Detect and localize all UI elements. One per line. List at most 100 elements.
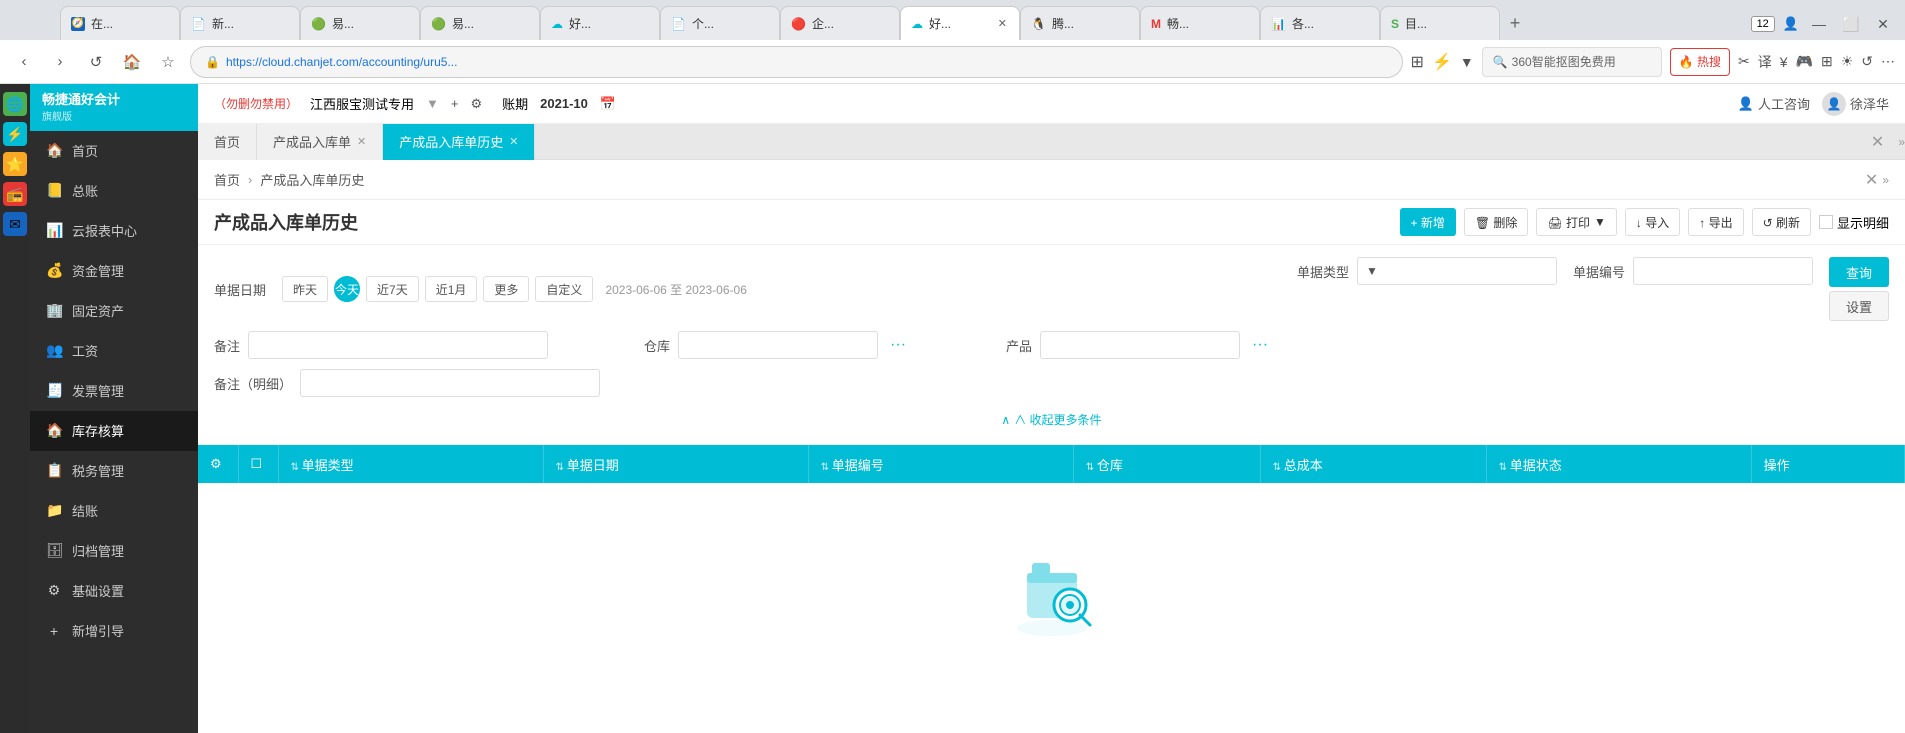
sidebar-item-archive[interactable]: 🗄 归档管理 xyxy=(30,531,198,571)
sidebar-item-fixed-assets[interactable]: 🏢 固定资产 xyxy=(30,291,198,331)
content-tab-list-close[interactable]: ✕ xyxy=(357,135,366,148)
tab-10[interactable]: M 畅... xyxy=(1140,6,1260,40)
query-button[interactable]: 查询 xyxy=(1829,257,1889,287)
address-input[interactable]: 🔒 https://cloud.chanjet.com/accounting/u… xyxy=(190,46,1403,78)
tab-8-close[interactable]: ✕ xyxy=(996,15,1009,32)
sidebar-item-new-item[interactable]: + 新增引导 xyxy=(30,611,198,651)
doc-number-input[interactable] xyxy=(1633,257,1813,285)
date-more-btn[interactable]: 更多 xyxy=(483,276,529,302)
sidebar-item-basic-settings[interactable]: ⚙ 基础设置 xyxy=(30,571,198,611)
date-7days-btn[interactable]: 近7天 xyxy=(366,276,419,302)
currency-icon: ¥ xyxy=(1780,54,1788,70)
hot-search-button[interactable]: 🔥 热搜 xyxy=(1670,48,1730,76)
sidebar-header: 畅捷通好会计 旗舰版 xyxy=(30,84,198,131)
th-doc-date[interactable]: ⇅ 单据日期 xyxy=(543,445,808,483)
export-button[interactable]: ↑ 导出 xyxy=(1688,208,1743,236)
product-input[interactable] xyxy=(1040,331,1240,359)
th-settings[interactable]: ⚙ xyxy=(198,445,238,483)
sidebar-items: 🏠 首页 📒 总账 📊 云报表中心 💰 资金管理 🏢 固定资产 xyxy=(30,131,198,733)
minimize-button[interactable]: — xyxy=(1807,12,1831,36)
user-service-button[interactable]: 👤 人工咨询 xyxy=(1738,94,1810,113)
sidebar-item-payroll[interactable]: 👥 工资 xyxy=(30,331,198,371)
warehouse-dots-button[interactable]: ··· xyxy=(886,336,910,354)
app-icon-3[interactable]: ⭐ xyxy=(3,152,27,176)
sidebar-item-home[interactable]: 🏠 首页 xyxy=(30,131,198,171)
sidebar-item-inventory[interactable]: 🏠 库存核算 xyxy=(30,411,198,451)
content-panel-close-button[interactable]: ✕ xyxy=(1871,132,1894,152)
content-tab-home[interactable]: 首页 xyxy=(198,124,257,160)
search-box[interactable]: 🔍 360智能抠图免费用 xyxy=(1482,47,1662,77)
content-tab-history-close[interactable]: ✕ xyxy=(509,135,518,148)
show-cols-checkbox[interactable] xyxy=(1819,215,1833,229)
user-name-button[interactable]: 👤 徐泽华 xyxy=(1822,92,1889,116)
settings-query-button[interactable]: 设置 xyxy=(1829,291,1889,321)
page-header-close-button[interactable]: ✕ xyxy=(1865,170,1878,190)
tab-7[interactable]: 🔴 企... xyxy=(780,6,900,40)
sidebar-item-tax[interactable]: 📋 税务管理 xyxy=(30,451,198,491)
sidebar-item-checkout[interactable]: 📁 结账 xyxy=(30,491,198,531)
add-account-button[interactable]: + xyxy=(451,96,459,111)
content-panel-more-button[interactable]: » xyxy=(1898,135,1905,149)
date-yesterday-btn[interactable]: 昨天 xyxy=(282,276,328,302)
date-custom-btn[interactable]: 自定义 xyxy=(535,276,593,302)
app-icon-1[interactable]: 🌐 xyxy=(3,92,27,116)
th-doc-status[interactable]: ⇅ 单据状态 xyxy=(1486,445,1751,483)
import-button[interactable]: ↓ 导入 xyxy=(1625,208,1680,236)
tab-8[interactable]: ☁ 好... ✕ xyxy=(900,6,1020,40)
tab-1[interactable]: 🧭 在... xyxy=(60,6,180,40)
tab-2[interactable]: 📄 新... xyxy=(180,6,300,40)
product-dots-button[interactable]: ··· xyxy=(1248,336,1272,354)
note-detail-input[interactable] xyxy=(300,369,600,397)
add-button[interactable]: + 新增 xyxy=(1400,208,1456,236)
dropdown-arrow-icon[interactable]: ▼ xyxy=(1460,54,1474,70)
note-input[interactable] xyxy=(248,331,548,359)
tab-4[interactable]: 🟢 易... xyxy=(420,6,540,40)
doc-type-select[interactable]: ▼ xyxy=(1357,257,1557,285)
table-header-row: ⚙ ☐ ⇅ 单据类型 ⇅ xyxy=(198,445,1905,483)
account-settings-icon[interactable]: ⚙ xyxy=(471,96,483,112)
delete-button[interactable]: 🗑 删除 xyxy=(1464,208,1529,236)
tab-9[interactable]: 🐧 腾... xyxy=(1020,6,1140,40)
sidebar-item-invoice[interactable]: 🧾 发票管理 xyxy=(30,371,198,411)
app-icon-2[interactable]: ⚡ xyxy=(3,122,27,146)
new-tab-button[interactable]: + xyxy=(1500,6,1530,40)
sidebar-item-ledger[interactable]: 📒 总账 xyxy=(30,171,198,211)
back-button[interactable]: ‹ xyxy=(10,48,38,76)
th-warehouse[interactable]: ⇅ 仓库 xyxy=(1073,445,1260,483)
tab-6-title: 个... xyxy=(692,15,769,32)
calendar-icon[interactable]: 📅 xyxy=(600,96,616,112)
tab-5[interactable]: ☁ 好... xyxy=(540,6,660,40)
header-user-area: 👤 人工咨询 👤 徐泽华 xyxy=(1738,92,1889,116)
content-tab-list[interactable]: 产成品入库单 ✕ xyxy=(257,124,383,160)
tab-12[interactable]: S 目... xyxy=(1380,6,1500,40)
th-doc-type[interactable]: ⇅ 单据类型 xyxy=(278,445,543,483)
app-icon-5[interactable]: ✉ xyxy=(3,212,27,236)
restore-button[interactable]: ⬜ xyxy=(1839,12,1863,36)
tab-3-title: 易... xyxy=(332,15,409,32)
account-dropdown-icon[interactable]: ▼ xyxy=(426,96,439,111)
tab-6[interactable]: 📄 个... xyxy=(660,6,780,40)
th-total-cost[interactable]: ⇅ 总成本 xyxy=(1260,445,1486,483)
collapse-more-button[interactable]: ∧ ∧ 收起更多条件 xyxy=(214,407,1889,432)
sidebar-item-fund[interactable]: 💰 资金管理 xyxy=(30,251,198,291)
refresh-button[interactable]: ↺ 刷新 xyxy=(1752,208,1811,236)
date-1month-btn[interactable]: 近1月 xyxy=(425,276,478,302)
home-nav-button[interactable]: 🏠 xyxy=(118,48,146,76)
sidebar-item-cloud-report[interactable]: 📊 云报表中心 xyxy=(30,211,198,251)
th-checkbox[interactable]: ☐ xyxy=(238,445,278,483)
print-button[interactable]: 🖨 打印 ▼ xyxy=(1536,208,1616,236)
app-icon-4[interactable]: 📻 xyxy=(3,182,27,206)
breadcrumb-home[interactable]: 首页 xyxy=(214,170,240,189)
content-tab-history[interactable]: 产成品入库单历史 ✕ xyxy=(383,124,535,160)
th-doc-number[interactable]: ⇅ 单据编号 xyxy=(808,445,1073,483)
bookmark-button[interactable]: ☆ xyxy=(154,48,182,76)
more-browser-icon[interactable]: ⋯ xyxy=(1881,53,1895,70)
tab-3[interactable]: 🟢 易... xyxy=(300,6,420,40)
forward-button[interactable]: › xyxy=(46,48,74,76)
warehouse-input[interactable] xyxy=(678,331,878,359)
date-today-btn[interactable]: 今天 xyxy=(334,276,360,302)
close-browser-button[interactable]: ✕ xyxy=(1871,12,1895,36)
page-header-more-button[interactable]: » xyxy=(1882,173,1889,187)
tab-11[interactable]: 📊 各... xyxy=(1260,6,1380,40)
refresh-nav-button[interactable]: ↺ xyxy=(82,48,110,76)
